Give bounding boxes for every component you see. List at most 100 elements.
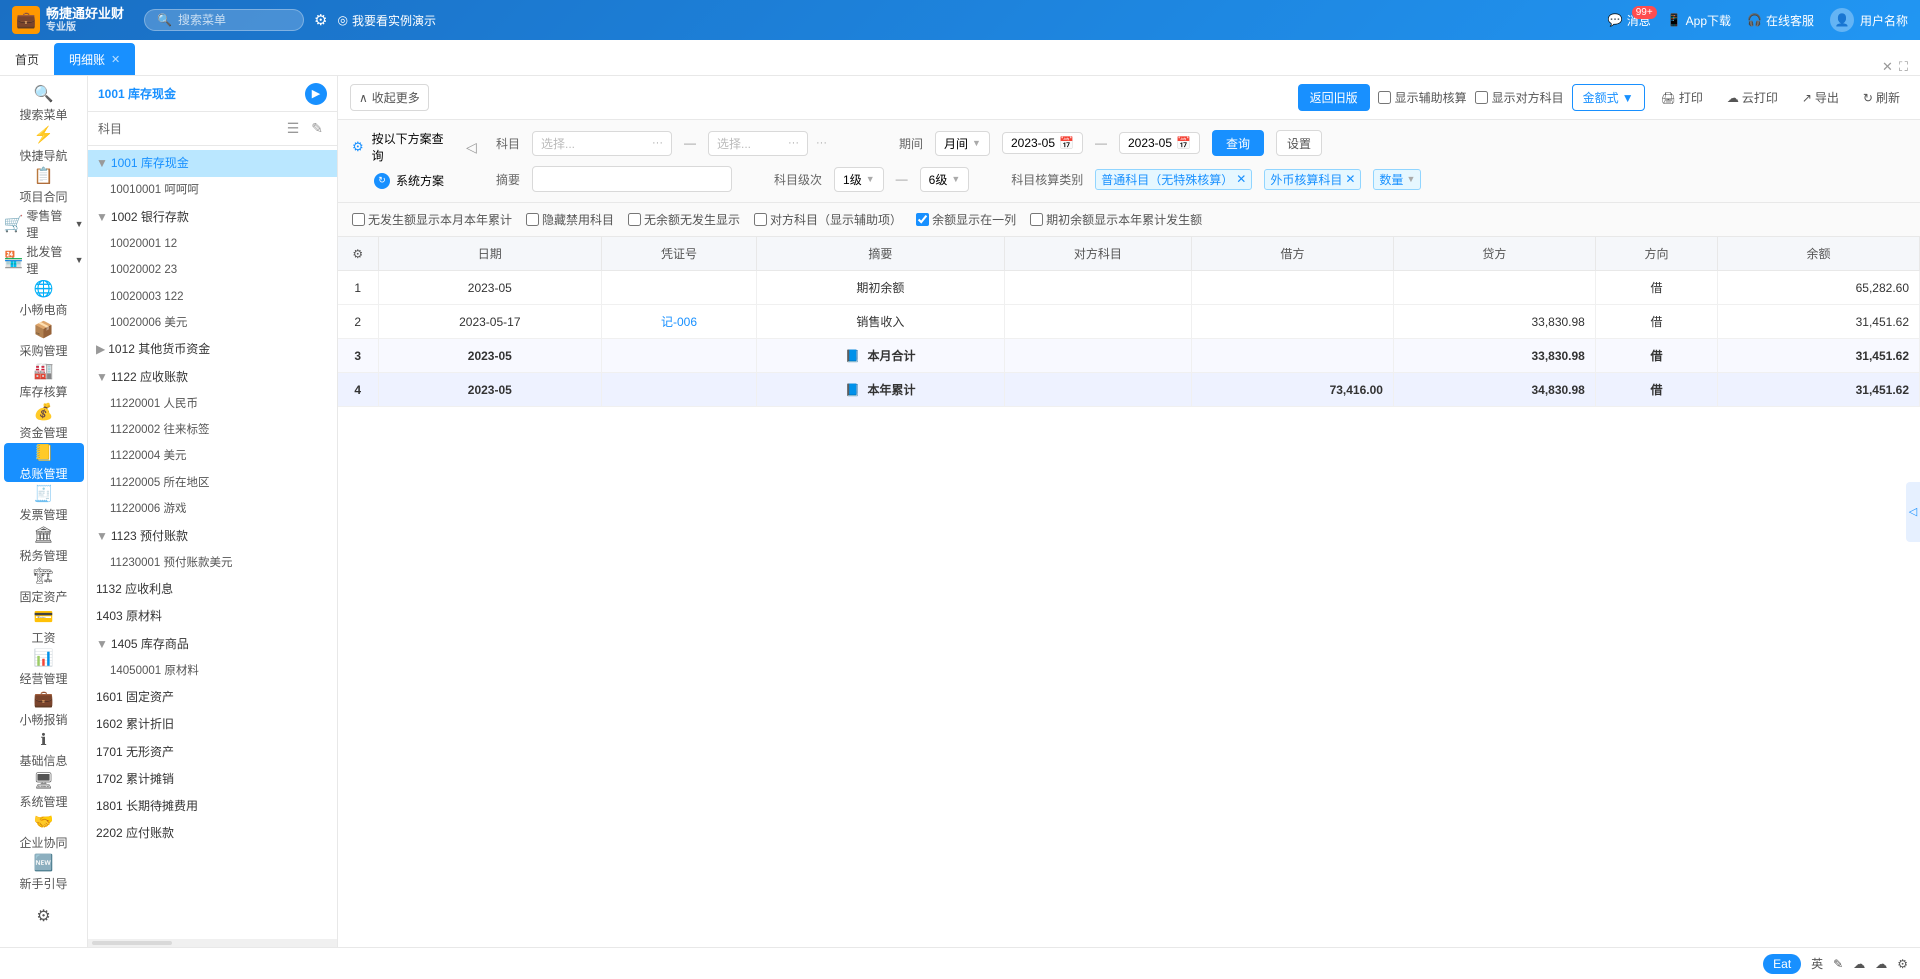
show-opposite-checkbox[interactable] bbox=[1475, 91, 1488, 104]
tree-node-11220001[interactable]: 11220001 人民币 bbox=[88, 391, 337, 417]
chk-balance-one-col[interactable]: 余额显示在一列 bbox=[916, 211, 1016, 228]
settings-btn[interactable]: 设置 bbox=[1276, 130, 1322, 156]
sidebar-item-capital[interactable]: 💰 资金管理 bbox=[4, 402, 84, 441]
chk-no-occur-input[interactable] bbox=[352, 213, 365, 226]
search-box[interactable]: 🔍 bbox=[144, 9, 304, 31]
tree-scrollbar[interactable] bbox=[88, 939, 337, 947]
chk-hide-unused-input[interactable] bbox=[526, 213, 539, 226]
tab-detail[interactable]: 明细账 ✕ bbox=[54, 43, 135, 75]
chk-balance-one-col-input[interactable] bbox=[916, 213, 929, 226]
tree-node-1001[interactable]: ▼1001 库存现金 bbox=[88, 150, 337, 177]
sidebar-item-inventory[interactable]: 🏭 库存核算 bbox=[4, 361, 84, 400]
tree-node-11220004[interactable]: 11220004 美元 bbox=[88, 443, 337, 469]
sidebar-item-ledger[interactable]: 📒 总账管理 bbox=[4, 443, 84, 482]
sidebar-item-guide[interactable]: 🆕 新手引导 bbox=[4, 853, 84, 892]
tree-node-11220002[interactable]: 11220002 往来标签 bbox=[88, 417, 337, 443]
chk-no-balance[interactable]: 无余额无发生显示 bbox=[628, 211, 740, 228]
tree-node-1122[interactable]: ▼1122 应收账款 bbox=[88, 364, 337, 391]
chk-period-begin-input[interactable] bbox=[1030, 213, 1043, 226]
sidebar-item-tax[interactable]: 🏛 税务管理 bbox=[4, 525, 84, 564]
list-icon[interactable]: ☰ bbox=[283, 118, 304, 139]
bottom-en-btn[interactable]: 英 bbox=[1811, 955, 1823, 972]
tree-node-1701[interactable]: 1701 无形资产 bbox=[88, 739, 337, 766]
window-close-icon[interactable]: ✕ bbox=[1882, 59, 1893, 75]
system-scheme-label[interactable]: 系统方案 bbox=[396, 172, 444, 189]
sidebar-item-payroll[interactable]: 💳 工资 bbox=[4, 607, 84, 646]
level-to-select[interactable]: 6级 ▼ bbox=[920, 167, 970, 192]
voucher-link[interactable]: 记-006 bbox=[661, 315, 697, 329]
tree-node-11230001[interactable]: 11230001 预付账款美元 bbox=[88, 550, 337, 576]
window-expand-icon[interactable]: ⛶ bbox=[1899, 59, 1908, 75]
bottom-cloud2-btn[interactable]: ☁ bbox=[1875, 957, 1887, 971]
subject-input-1[interactable]: 选择... ··· bbox=[532, 131, 672, 156]
sidebar-item-fixed-assets[interactable]: 🏗 固定资产 bbox=[4, 566, 84, 605]
tree-node-1602[interactable]: 1602 累计折旧 bbox=[88, 711, 337, 738]
summary-input[interactable] bbox=[532, 166, 732, 192]
bottom-settings-btn[interactable]: ⚙ bbox=[1897, 957, 1908, 971]
right-collapse-btn[interactable]: ◁ bbox=[1906, 482, 1920, 542]
show-aux-checkbox[interactable] bbox=[1378, 91, 1391, 104]
tree-node-10020006[interactable]: 10020006 美元 bbox=[88, 310, 337, 336]
sidebar-item-settings[interactable]: ⚙ bbox=[4, 894, 84, 938]
sidebar-item-project[interactable]: 📋 项目合同 bbox=[4, 166, 84, 205]
tag-normal-close[interactable]: ✕ bbox=[1236, 172, 1246, 186]
tree-node-2202[interactable]: 2202 应付账款 bbox=[88, 820, 337, 847]
tree-node-1801[interactable]: 1801 长期待摊费用 bbox=[88, 793, 337, 820]
sidebar-item-cooperation[interactable]: 🤝 企业协同 bbox=[4, 812, 84, 851]
app-download-btn[interactable]: 📱 App下载 bbox=[1667, 12, 1731, 29]
online-service-btn[interactable]: 🎧 在线客服 bbox=[1747, 12, 1814, 29]
th-settings[interactable]: ⚙ bbox=[338, 237, 378, 271]
demo-link[interactable]: ◎ 我要看实例演示 bbox=[337, 12, 436, 29]
sidebar-item-ecommerce[interactable]: 🌐 小畅电商 bbox=[4, 279, 84, 318]
tree-node-1002[interactable]: ▼1002 银行存款 bbox=[88, 204, 337, 231]
tree-node-1132[interactable]: 1132 应收利息 bbox=[88, 576, 337, 603]
tree-node-11220005[interactable]: 11220005 所在地区 bbox=[88, 470, 337, 496]
chk-hide-unused[interactable]: 隐藏禁用科目 bbox=[526, 211, 614, 228]
user-info[interactable]: 👤 用户名称 bbox=[1830, 8, 1908, 32]
subject-input-2[interactable]: 选择... ··· bbox=[708, 131, 808, 156]
show-opposite-check[interactable]: 显示对方科目 bbox=[1475, 89, 1564, 106]
sidebar-item-quicknav[interactable]: ⚡ 快捷导航 bbox=[4, 125, 84, 164]
panel-collapse-icon[interactable]: ◁ bbox=[461, 136, 482, 158]
bottom-edit-btn[interactable]: ✎ bbox=[1833, 957, 1843, 971]
show-aux-check[interactable]: 显示辅助核算 bbox=[1378, 89, 1467, 106]
sidebar-item-search[interactable]: 🔍 搜索菜单 bbox=[4, 84, 84, 123]
tag-foreign-close[interactable]: ✕ bbox=[1345, 172, 1355, 186]
sidebar-item-wholesale[interactable]: 🏪 批发管理 ▼ bbox=[4, 243, 84, 277]
chk-no-occur[interactable]: 无发生额显示本月本年累计 bbox=[352, 211, 512, 228]
tree-node-10020003[interactable]: 10020003 122 bbox=[88, 284, 337, 310]
sidebar-item-xcsales[interactable]: 💼 小畅报销 bbox=[4, 689, 84, 728]
tree-node-10020002[interactable]: 10020002 23 bbox=[88, 257, 337, 283]
amount-format-btn[interactable]: 金额式 ▼ bbox=[1572, 84, 1645, 111]
bottom-cloud1-btn[interactable]: ☁ bbox=[1853, 957, 1865, 971]
tree-node-11220006[interactable]: 11220006 游戏 bbox=[88, 496, 337, 522]
tree-node-1403[interactable]: 1403 原材料 bbox=[88, 603, 337, 630]
period-type-select[interactable]: 月间 ▼ bbox=[935, 131, 990, 156]
tree-node-1702[interactable]: 1702 累计摊销 bbox=[88, 766, 337, 793]
sidebar-item-invoice[interactable]: 🧾 发票管理 bbox=[4, 484, 84, 523]
sidebar-item-system[interactable]: 🖥 系统管理 bbox=[4, 771, 84, 810]
tree-node-10010001[interactable]: 10010001 呵呵呵 bbox=[88, 177, 337, 203]
scheme-settings-icon[interactable]: ⚙ bbox=[352, 139, 364, 155]
chk-opposite[interactable]: 对方科目（显示辅助项） bbox=[754, 211, 902, 228]
refresh-btn[interactable]: ↻ 刷新 bbox=[1855, 85, 1908, 110]
period-to-input[interactable]: 2023-05 📅 bbox=[1119, 132, 1200, 154]
tab-home[interactable]: 首页 bbox=[0, 43, 54, 75]
level-from-select[interactable]: 1级 ▼ bbox=[834, 167, 884, 192]
sidebar-item-retail[interactable]: 🛒 零售管理 ▼ bbox=[4, 207, 84, 241]
export-btn[interactable]: ↗ 导出 bbox=[1794, 85, 1847, 110]
back-old-btn[interactable]: 返回旧版 bbox=[1298, 84, 1370, 111]
tree-node-1012[interactable]: ▶1012 其他货币资金 bbox=[88, 336, 337, 363]
tree-node-10020001[interactable]: 10020001 12 bbox=[88, 231, 337, 257]
sidebar-item-purchase[interactable]: 📦 采购管理 bbox=[4, 320, 84, 359]
chk-no-balance-input[interactable] bbox=[628, 213, 641, 226]
edit-icon[interactable]: ✎ bbox=[307, 118, 327, 139]
tab-close-icon[interactable]: ✕ bbox=[111, 53, 120, 66]
chk-period-begin[interactable]: 期初余额显示本年累计发生额 bbox=[1030, 211, 1202, 228]
chk-opposite-input[interactable] bbox=[754, 213, 767, 226]
tree-node-1123[interactable]: ▼1123 预付账款 bbox=[88, 523, 337, 550]
print-btn[interactable]: 🖨 打印 bbox=[1653, 85, 1711, 110]
period-from-input[interactable]: 2023-05 📅 bbox=[1002, 132, 1083, 154]
eat-btn[interactable]: Eat bbox=[1763, 954, 1801, 974]
tree-node-1405[interactable]: ▼1405 库存商品 bbox=[88, 631, 337, 658]
